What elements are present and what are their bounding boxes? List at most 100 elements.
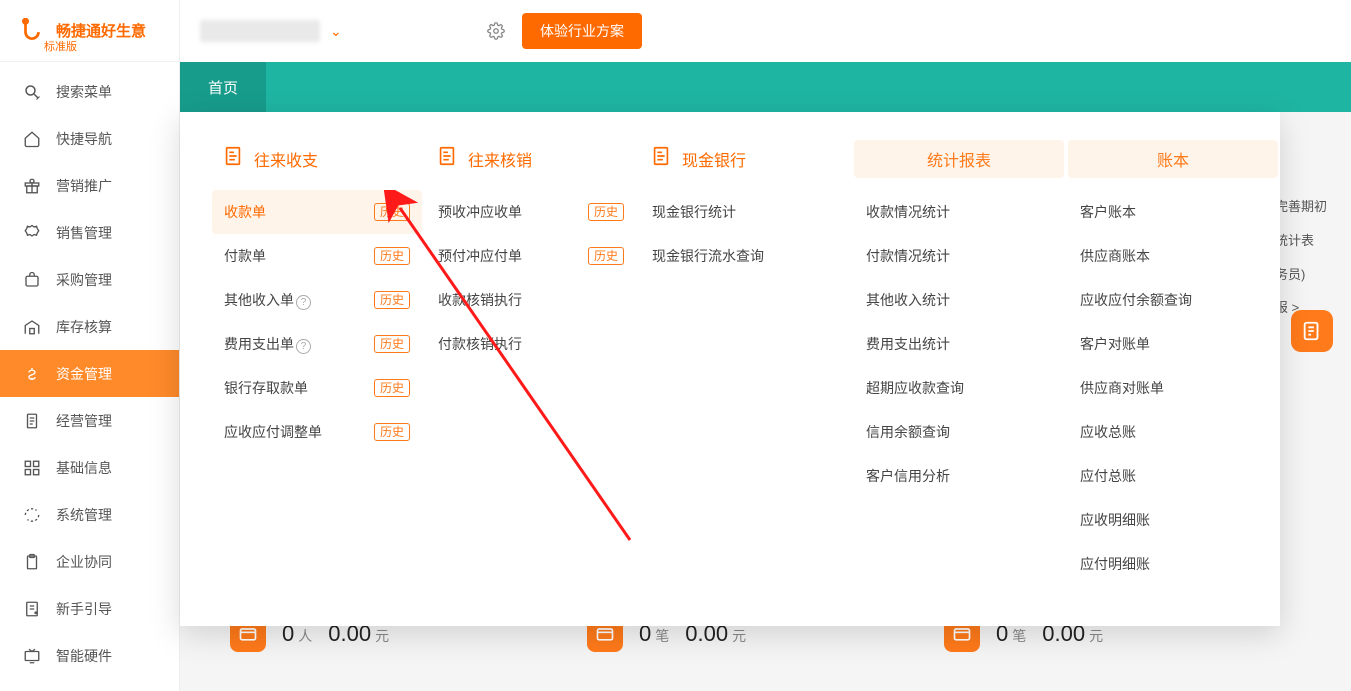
sidebar-item-operation[interactable]: 经营管理: [0, 397, 179, 444]
menu-item-label: 其他收入统计: [866, 290, 950, 310]
mega-menu-item[interactable]: 超期应收款查询: [854, 366, 1064, 410]
search-icon: [22, 82, 42, 102]
mega-menu-item[interactable]: 预付冲应付单历史: [426, 234, 636, 278]
menu-item-label: 供应商对账单: [1080, 378, 1164, 398]
history-tag[interactable]: 历史: [374, 335, 410, 353]
mega-menu-item[interactable]: 收款情况统计: [854, 190, 1064, 234]
sidebar-item-label: 系统管理: [56, 505, 112, 525]
mega-column-header: 往来收支: [212, 140, 422, 178]
settings-icon[interactable]: [484, 19, 508, 43]
sidebar-item-label: 资金管理: [56, 364, 112, 384]
menu-item-label: 预收冲应收单: [438, 202, 522, 222]
menu-item-label: 费用支出单?: [224, 334, 311, 354]
menu-item-label: 应付总账: [1080, 466, 1136, 486]
menu-item-label: 收款单: [224, 202, 266, 222]
mega-menu-item[interactable]: 付款情况统计: [854, 234, 1064, 278]
mega-menu-item[interactable]: 银行存取款单 历史: [212, 366, 422, 410]
history-tag[interactable]: 历史: [374, 247, 410, 265]
mega-column-header: 账本: [1068, 140, 1278, 178]
history-tag[interactable]: 历史: [374, 291, 410, 309]
menu-item-label: 付款情况统计: [866, 246, 950, 266]
history-tag[interactable]: 历史: [374, 379, 410, 397]
tab-home[interactable]: 首页: [180, 62, 266, 112]
menu-item-label: 供应商账本: [1080, 246, 1150, 266]
menu-item-label: 现金银行流水查询: [652, 246, 764, 266]
gift-icon: [22, 176, 42, 196]
mega-menu-item[interactable]: 应收应付调整单历史: [212, 410, 422, 454]
sidebar-item-quick-nav[interactable]: 快捷导航: [0, 115, 179, 162]
sidebar-item-label: 智能硬件: [56, 646, 112, 666]
mega-menu-item[interactable]: 应收应付余额查询: [1068, 278, 1278, 322]
menu-item-label: 客户对账单: [1080, 334, 1150, 354]
help-icon[interactable]: ?: [296, 339, 311, 354]
mega-menu-item[interactable]: 信用余额查询: [854, 410, 1064, 454]
sidebar-item-hardware[interactable]: 智能硬件: [0, 632, 179, 679]
mega-menu-item[interactable]: 费用支出单? 历史: [212, 322, 422, 366]
mega-menu-item[interactable]: 应收明细账: [1068, 498, 1278, 542]
sidebar-item-inventory[interactable]: 库存核算: [0, 303, 179, 350]
history-tag[interactable]: 历史: [588, 247, 624, 265]
tab-strip: 首页: [180, 62, 1351, 112]
history-tag[interactable]: 历史: [588, 203, 624, 221]
right-float-badge-icon[interactable]: [1291, 310, 1333, 352]
clipboard-icon: [22, 552, 42, 572]
sidebar-item-system[interactable]: 系统管理: [0, 491, 179, 538]
sidebar-item-finance[interactable]: 资金管理: [0, 350, 179, 397]
mega-menu-item[interactable]: 费用支出统计: [854, 322, 1064, 366]
finance-mega-menu: 往来收支收款单历史付款单历史其他收入单?历史费用支出单?历史银行存取款单历史应收…: [180, 112, 1280, 626]
document-icon: [436, 145, 458, 173]
sidebar-item-basic[interactable]: 基础信息: [0, 444, 179, 491]
mega-menu-item[interactable]: 其他收入统计: [854, 278, 1064, 322]
mega-menu-item[interactable]: 收款核销执行: [426, 278, 636, 322]
sidebar-item-label: 库存核算: [56, 317, 112, 337]
sidebar-item-sales[interactable]: 销售管理: [0, 209, 179, 256]
mega-menu-item[interactable]: 供应商对账单: [1068, 366, 1278, 410]
mega-menu-list: 收款情况统计付款情况统计其他收入统计费用支出统计超期应收款查询信用余额查询客户信…: [854, 190, 1064, 498]
history-tag[interactable]: 历史: [374, 203, 410, 221]
mega-menu-list: 客户账本供应商账本应收应付余额查询客户对账单供应商对账单应收总账应付总账应收明细…: [1068, 190, 1278, 586]
history-tag[interactable]: 历史: [374, 423, 410, 441]
sidebar-item-collab[interactable]: 企业协同: [0, 538, 179, 585]
sidebar-item-label: 快捷导航: [56, 129, 112, 149]
mega-menu-item[interactable]: 供应商账本: [1068, 234, 1278, 278]
mega-menu-item[interactable]: 应付明细账: [1068, 542, 1278, 586]
cta-button[interactable]: 体验行业方案: [522, 13, 642, 49]
mega-menu-item[interactable]: 预收冲应收单 历史: [426, 190, 636, 234]
mega-menu-item[interactable]: 客户对账单: [1068, 322, 1278, 366]
sidebar-item-guide[interactable]: 新手引导: [0, 585, 179, 632]
mega-menu-item[interactable]: 现金银行统计: [640, 190, 850, 234]
menu-item-label: 客户账本: [1080, 202, 1136, 222]
mega-menu-item[interactable]: 付款单 历史: [212, 234, 422, 278]
sidebar-item-label: 企业协同: [56, 552, 112, 572]
home-icon: [22, 129, 42, 149]
document-icon: [222, 145, 244, 173]
mega-menu-item[interactable]: 客户信用分析: [854, 454, 1064, 498]
menu-item-label: 其他收入单?: [224, 290, 311, 310]
sidebar-nav: 搜索菜单快捷导航营销推广销售管理采购管理库存核算资金管理经营管理基础信息系统管理…: [0, 62, 179, 679]
mega-column: 统计报表收款情况统计付款情况统计其他收入统计费用支出统计超期应收款查询信用余额查…: [854, 140, 1064, 586]
mega-menu-item[interactable]: 应收总账: [1068, 410, 1278, 454]
menu-item-label: 应收总账: [1080, 422, 1136, 442]
tv-icon: [22, 646, 42, 666]
mega-menu-item[interactable]: 客户账本: [1068, 190, 1278, 234]
mega-menu-item[interactable]: 应付总账: [1068, 454, 1278, 498]
mega-menu-item[interactable]: 付款核销执行: [426, 322, 636, 366]
topbar: ⌄ 体验行业方案: [180, 0, 1351, 62]
mega-menu-item[interactable]: 其他收入单? 历史: [212, 278, 422, 322]
sidebar-item-marketing[interactable]: 营销推广: [0, 162, 179, 209]
partial-text: 完善期初: [1275, 190, 1351, 224]
help-icon[interactable]: ?: [296, 295, 311, 310]
menu-item-label: 付款单: [224, 246, 266, 266]
mega-column: 账本客户账本供应商账本应收应付余额查询客户对账单供应商对账单应收总账应付总账应收…: [1068, 140, 1278, 586]
sidebar-item-label: 销售管理: [56, 223, 112, 243]
sidebar-item-search[interactable]: 搜索菜单: [0, 68, 179, 115]
sidebar-item-purchase[interactable]: 采购管理: [0, 256, 179, 303]
sidebar-item-label: 经营管理: [56, 411, 112, 431]
menu-item-label: 银行存取款单: [224, 378, 308, 398]
menu-item-label: 超期应收款查询: [866, 378, 964, 398]
org-selector[interactable]: ⌄: [200, 20, 470, 42]
mega-menu-item[interactable]: 现金银行流水查询: [640, 234, 850, 278]
mega-menu-list: 预收冲应收单历史预付冲应付单历史收款核销执行付款核销执行: [426, 190, 636, 366]
mega-menu-item[interactable]: 收款单 历史: [212, 190, 422, 234]
menu-item-label: 费用支出统计: [866, 334, 950, 354]
